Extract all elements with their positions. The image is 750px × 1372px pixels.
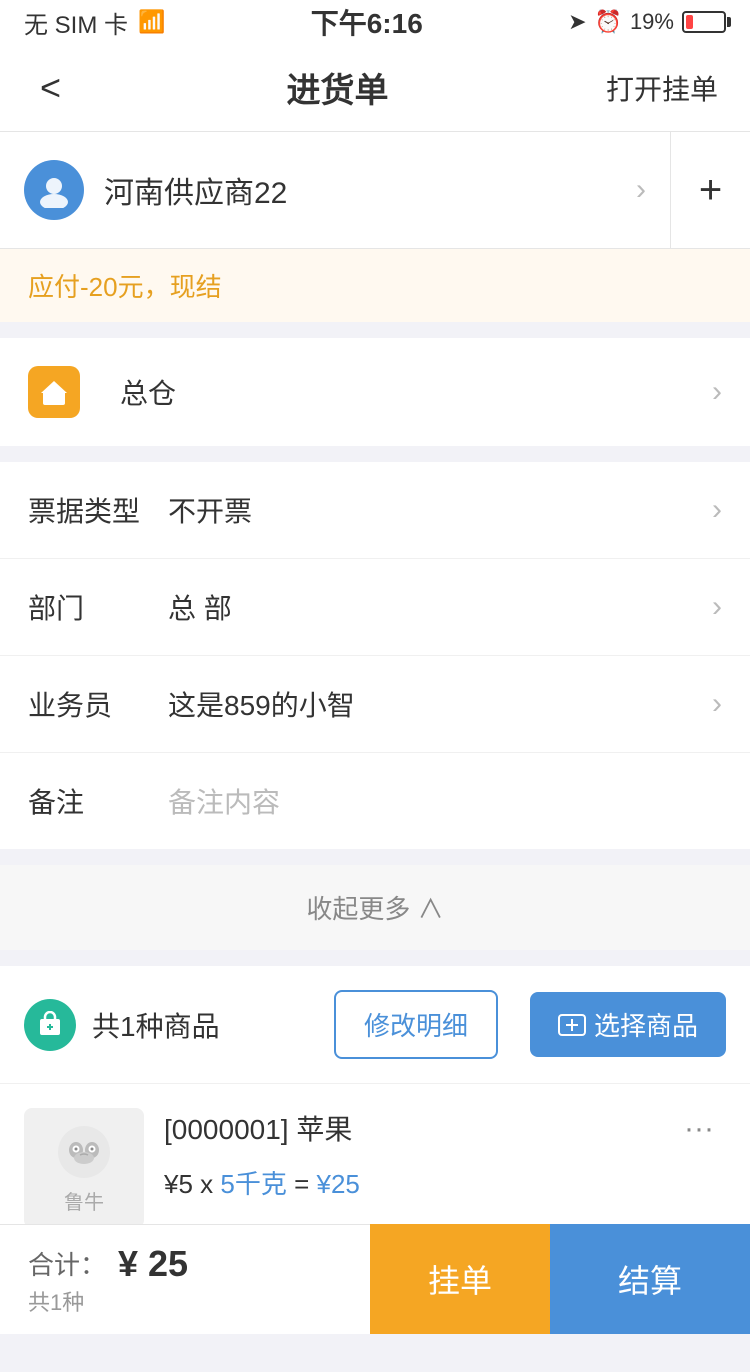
content: 河南供应商22 › + 应付-20元，现结 总仓 › 票据类型 不开票 › — [0, 132, 750, 1372]
product-quantity: 5千克 — [220, 1169, 286, 1199]
status-bar: 无 SIM 卡 📶 下午6:16 ➤ ⏰ 19% — [0, 0, 750, 44]
location-icon: ➤ — [568, 9, 586, 35]
chevron-right-icon: › — [636, 173, 646, 207]
ticket-type-value: 不开票 — [168, 490, 712, 530]
department-value: 总 部 — [168, 587, 712, 627]
product-price-line: ¥5 x 5千克 = ¥25 — [164, 1164, 652, 1201]
product-more-button[interactable]: ··· — [672, 1108, 726, 1150]
bottom-bar: 合计： ¥ 25 共1种 挂单 结算 — [0, 1224, 750, 1334]
supplier-name: 河南供应商22 — [104, 168, 616, 212]
remark-row[interactable]: 备注 备注内容 — [0, 753, 750, 849]
salesperson-label: 业务员 — [28, 684, 148, 724]
total-amount: ¥ 25 — [118, 1243, 188, 1285]
total-label: 合计： — [28, 1245, 106, 1282]
supplier-section: 河南供应商22 › + 应付-20元，现结 — [0, 132, 750, 322]
warehouse-row[interactable]: 总仓 › — [0, 338, 750, 446]
alarm-icon: ⏰ — [595, 9, 622, 35]
supplier-row: 河南供应商22 › + — [0, 132, 750, 249]
multiply-sign: x — [200, 1169, 220, 1199]
wifi-icon: 📶 — [138, 9, 165, 35]
form-section: 票据类型 不开票 › 部门 总 部 › 业务员 这是859的小智 › 备注 备注… — [0, 462, 750, 849]
product-thumb-logo — [54, 1122, 114, 1182]
edit-detail-button[interactable]: 修改明细 — [334, 990, 498, 1059]
carrier-label: 无 SIM 卡 — [24, 5, 128, 40]
supplier-avatar — [24, 160, 84, 220]
back-button[interactable]: < — [32, 59, 69, 117]
notice-bar: 应付-20元，现结 — [0, 249, 750, 322]
product-total: ¥25 — [317, 1169, 360, 1199]
equals-sign: = — [294, 1169, 316, 1199]
collapse-row[interactable]: 收起更多 ∧ — [0, 865, 750, 950]
chevron-right-icon: › — [712, 493, 722, 527]
open-pending-button[interactable]: 打开挂单 — [606, 68, 718, 108]
remark-label: 备注 — [28, 781, 148, 821]
product-header: 共1种商品 修改明细 选择商品 — [0, 966, 750, 1084]
status-left: 无 SIM 卡 📶 — [24, 5, 165, 40]
status-right: ➤ ⏰ 19% — [568, 9, 726, 35]
nav-bar: < 进货单 打开挂单 — [0, 44, 750, 132]
select-product-button[interactable]: 选择商品 — [530, 992, 726, 1057]
department-row[interactable]: 部门 总 部 › — [0, 559, 750, 656]
product-thumbnail: 鲁牛 — [24, 1108, 144, 1228]
product-count: 共1种商品 — [92, 1005, 318, 1045]
product-info: [0000001] 苹果 ¥5 x 5千克 = ¥25 — [164, 1108, 652, 1201]
chevron-right-icon: › — [712, 590, 722, 624]
product-unit-price: ¥5 — [164, 1169, 193, 1199]
product-code: [0000001] — [164, 1114, 289, 1145]
total-line: 合计： ¥ 25 — [28, 1243, 342, 1285]
warehouse-section: 总仓 › — [0, 338, 750, 446]
status-time: 下午6:16 — [311, 2, 423, 42]
suspend-button[interactable]: 挂单 — [370, 1224, 550, 1334]
remark-input[interactable]: 备注内容 — [168, 781, 722, 821]
total-section: 合计： ¥ 25 共1种 — [0, 1224, 370, 1334]
battery-icon — [682, 11, 726, 33]
warehouse-name: 总仓 — [120, 372, 712, 412]
battery-percent: 19% — [630, 9, 674, 35]
warehouse-icon — [28, 366, 80, 418]
product-section: 共1种商品 修改明细 选择商品 — [0, 966, 750, 1252]
collapse-label: 收起更多 ∧ — [306, 889, 443, 926]
total-count: 共1种 — [28, 1285, 342, 1317]
chevron-right-icon: › — [712, 375, 722, 409]
chevron-right-icon: › — [712, 687, 722, 721]
salesperson-row[interactable]: 业务员 这是859的小智 › — [0, 656, 750, 753]
product-name: [0000001] 苹果 — [164, 1108, 652, 1148]
product-icon — [24, 999, 76, 1051]
salesperson-value: 这是859的小智 — [168, 684, 712, 724]
product-title: 苹果 — [296, 1114, 352, 1145]
page-title: 进货单 — [287, 63, 389, 112]
ticket-type-row[interactable]: 票据类型 不开票 › — [0, 462, 750, 559]
product-thumb-text: 鲁牛 — [64, 1186, 104, 1215]
select-product-label: 选择商品 — [594, 1006, 698, 1043]
add-supplier-button[interactable]: + — [670, 132, 750, 248]
department-label: 部门 — [28, 587, 148, 627]
checkout-button[interactable]: 结算 — [550, 1224, 750, 1334]
supplier-selector[interactable]: 河南供应商22 › — [0, 132, 670, 248]
ticket-type-label: 票据类型 — [28, 490, 148, 530]
